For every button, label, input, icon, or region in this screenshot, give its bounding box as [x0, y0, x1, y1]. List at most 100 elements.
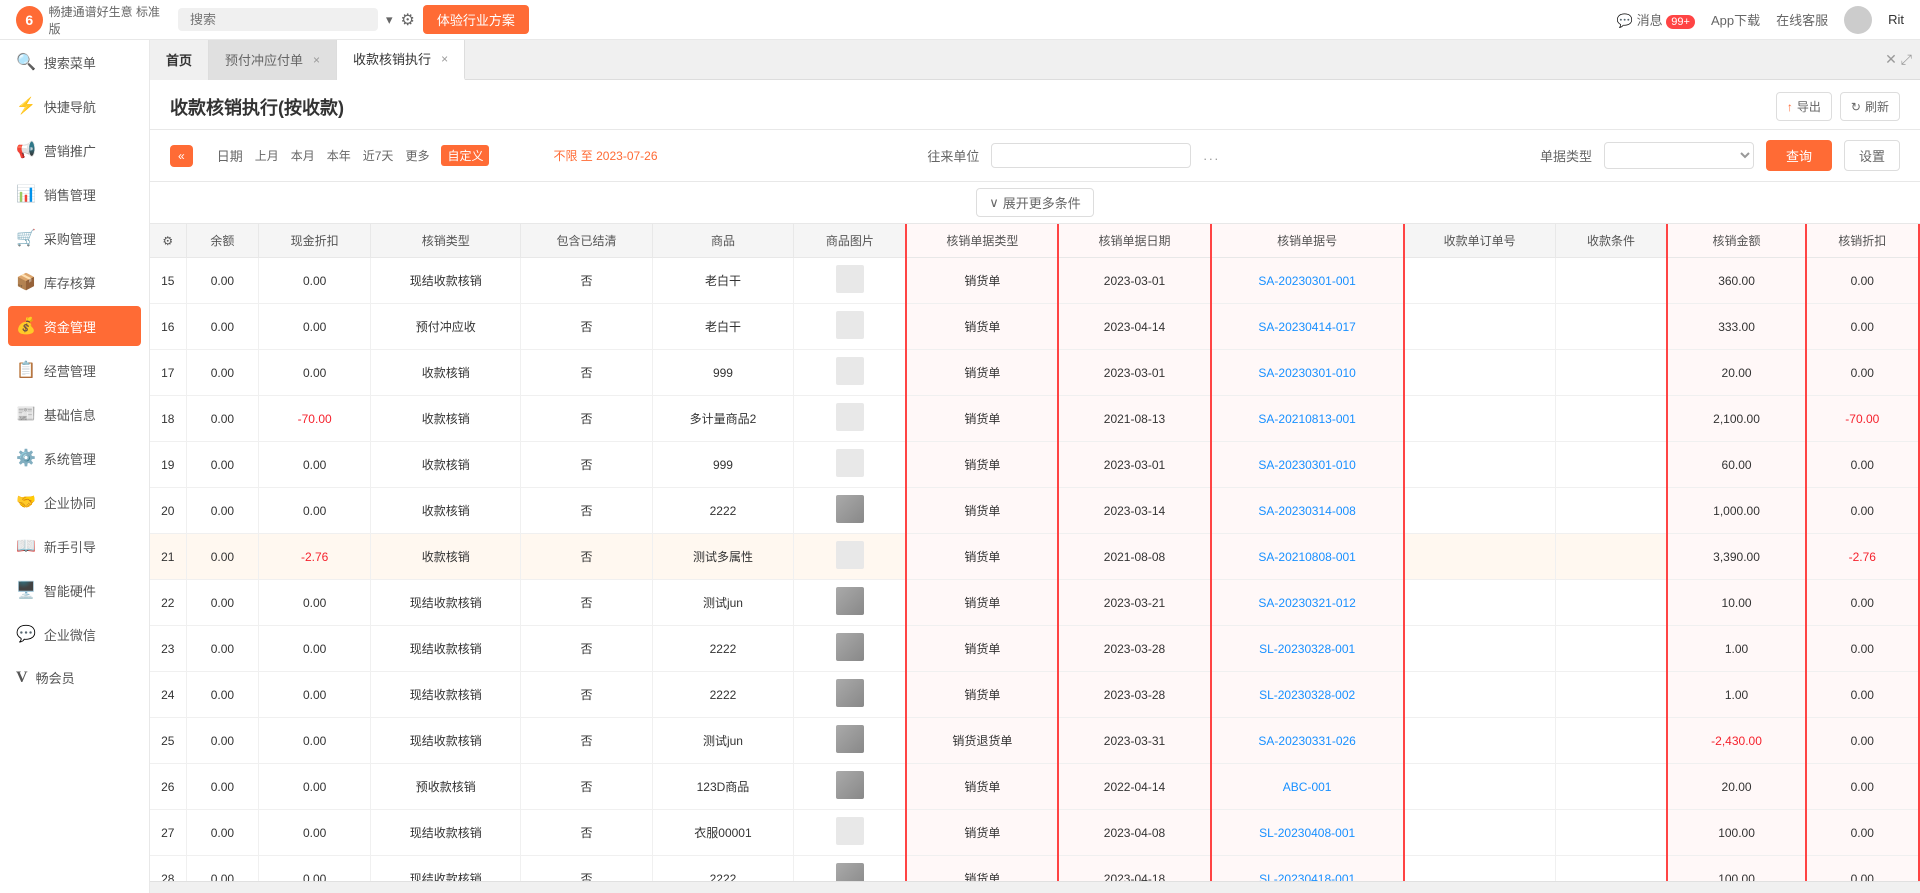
tab-maximize-icon[interactable]: ⤢: [1901, 51, 1912, 68]
sidebar-item-wechat[interactable]: 💬企业微信: [0, 612, 149, 656]
table-row-num: 21: [150, 534, 186, 580]
newspaper-icon: 📰: [16, 404, 36, 424]
table-row-bill-no[interactable]: SL-20230418-001: [1211, 856, 1404, 882]
tab-close-all-icon[interactable]: ✕: [1885, 51, 1897, 68]
message-icon[interactable]: 💬 消息 99+: [1617, 10, 1695, 29]
table-row-bill-no[interactable]: SA-20230331-026: [1211, 718, 1404, 764]
col-type: 核销类型: [370, 224, 520, 258]
online-service-link[interactable]: 在线客服: [1776, 10, 1828, 29]
gear-icon[interactable]: ⚙: [401, 10, 415, 30]
sidebar-item-hardware[interactable]: 🖥️智能硬件: [0, 568, 149, 612]
table-row-discount: 0.00: [1806, 856, 1919, 882]
tab-receipt-verify[interactable]: 收款核销执行 ×: [337, 40, 465, 80]
sidebar-item-sales[interactable]: 📊销售管理: [0, 172, 149, 216]
col-settings[interactable]: ⚙: [150, 224, 186, 258]
table-row-bill-no[interactable]: SL-20230328-002: [1211, 672, 1404, 718]
col-cash-discount: 现金折扣: [259, 224, 371, 258]
table-row-discount: 0.00: [1806, 442, 1919, 488]
sidebar-item-basic-info[interactable]: 📰基础信息: [0, 392, 149, 436]
export-button[interactable]: ↑ 导出: [1776, 92, 1832, 121]
table-row-type: 现结收款核销: [370, 856, 520, 882]
main-area: 首页 预付冲应付单 × 收款核销执行 × ✕ ⤢ 收款核销执行(按收款) ↑ 导…: [150, 40, 1920, 893]
tab-close-receipt[interactable]: ×: [441, 52, 448, 66]
page-content: 收款核销执行(按收款) ↑ 导出 ↻ 刷新 « 日期 上月 本月 本年 近7天 …: [150, 80, 1920, 893]
table-row-recv-order: [1404, 672, 1555, 718]
date-last-month[interactable]: 上月: [255, 147, 279, 164]
table-row-bill-type: 销货单: [906, 764, 1058, 810]
table-row-bill-no[interactable]: SA-20230301-010: [1211, 350, 1404, 396]
bill-type-select[interactable]: [1604, 142, 1754, 169]
table-row-bill-no[interactable]: SA-20210813-001: [1211, 396, 1404, 442]
table-row-cash-discount: -70.00: [259, 396, 371, 442]
sidebar-item-search[interactable]: 🔍搜索菜单: [0, 40, 149, 84]
table-row-type: 预付冲应收: [370, 304, 520, 350]
table-wrapper[interactable]: ⚙ 余额 现金折扣 核销类型 包含已结清 商品 商品图片 核销单据类型 核销单据…: [150, 224, 1920, 881]
table-row-included: 否: [521, 764, 652, 810]
table-row-bill-type: 销货单: [906, 672, 1058, 718]
table-row-recv-order: [1404, 764, 1555, 810]
table-row-discount: 0.00: [1806, 350, 1919, 396]
tab-close-advance[interactable]: ×: [313, 53, 320, 67]
table-row-bill-no[interactable]: SA-20230301-010: [1211, 442, 1404, 488]
table-row-bill-type: 销货单: [906, 534, 1058, 580]
tab-bar: 首页 预付冲应付单 × 收款核销执行 × ✕ ⤢: [150, 40, 1920, 80]
horizontal-scrollbar[interactable]: [150, 881, 1920, 893]
date-label: 日期: [217, 146, 243, 165]
logo-icon: 6: [16, 6, 43, 34]
table-row-type: 收款核销: [370, 396, 520, 442]
table-row-included: 否: [521, 488, 652, 534]
table-row-recv-order: [1404, 810, 1555, 856]
app-download-link[interactable]: App下载: [1711, 10, 1760, 29]
sidebar-item-operation[interactable]: 📋经营管理: [0, 348, 149, 392]
table-row-bill-no[interactable]: SA-20230414-017: [1211, 304, 1404, 350]
table-row-balance: 0.00: [186, 856, 259, 882]
settings-button[interactable]: 设置: [1844, 140, 1900, 171]
expand-conditions-button[interactable]: ∨ 展开更多条件: [976, 188, 1094, 217]
table-row-img: [794, 626, 906, 672]
table-row-type: 现结收款核销: [370, 718, 520, 764]
table-row-bill-no[interactable]: ABC-001: [1211, 764, 1404, 810]
tab-advance-payment[interactable]: 预付冲应付单 ×: [209, 40, 337, 80]
table-row-img: [794, 810, 906, 856]
sidebar-item-purchase[interactable]: 🛒采购管理: [0, 216, 149, 260]
counterpart-dots[interactable]: ...: [1203, 148, 1220, 163]
dropdown-button[interactable]: ▾: [386, 12, 393, 28]
sidebar-item-guide[interactable]: 📖新手引导: [0, 524, 149, 568]
search-input[interactable]: [178, 8, 378, 31]
table-row-recv-cond: [1555, 810, 1667, 856]
table-row-goods: 123D商品: [652, 764, 794, 810]
sidebar-item-collab[interactable]: 🤝企业协同: [0, 480, 149, 524]
sidebar-item-marketing[interactable]: 📢营销推广: [0, 128, 149, 172]
bill-type-label: 单据类型: [1540, 146, 1592, 165]
sidebar-item-finance[interactable]: 💰资金管理: [8, 306, 141, 346]
settings-icon: ⚙️: [16, 448, 36, 468]
table-row-bill-no[interactable]: SA-20210808-001: [1211, 534, 1404, 580]
date-custom[interactable]: 自定义: [441, 145, 489, 166]
trial-button[interactable]: 体验行业方案: [423, 5, 529, 34]
date-7days[interactable]: 近7天: [363, 147, 394, 164]
table-row-included: 否: [521, 626, 652, 672]
sidebar-item-inventory[interactable]: 📦库存核算: [0, 260, 149, 304]
tab-home[interactable]: 首页: [150, 40, 209, 80]
table-row-bill-no[interactable]: SA-20230314-008: [1211, 488, 1404, 534]
query-button[interactable]: 查询: [1766, 140, 1832, 171]
collapse-button[interactable]: «: [170, 145, 193, 167]
table-row-bill-no[interactable]: SA-20230321-012: [1211, 580, 1404, 626]
table-row-cash-discount: 0.00: [259, 626, 371, 672]
counterpart-input[interactable]: [991, 143, 1191, 168]
sidebar-item-system[interactable]: ⚙️系统管理: [0, 436, 149, 480]
sidebar-item-quicknav[interactable]: ⚡快捷导航: [0, 84, 149, 128]
table-row-img: [794, 718, 906, 764]
col-goods: 商品: [652, 224, 794, 258]
refresh-button[interactable]: ↻ 刷新: [1840, 92, 1900, 121]
table-row-bill-no[interactable]: SL-20230408-001: [1211, 810, 1404, 856]
date-this-month[interactable]: 本月: [291, 147, 315, 164]
search-icon: 🔍: [16, 52, 36, 72]
date-this-year[interactable]: 本年: [327, 147, 351, 164]
table-row-amount: 1,000.00: [1667, 488, 1805, 534]
table-row-bill-no[interactable]: SL-20230328-001: [1211, 626, 1404, 672]
table-row-bill-no[interactable]: SA-20230301-001: [1211, 258, 1404, 304]
sidebar-item-member[interactable]: V畅会员: [0, 656, 149, 699]
table-row-balance: 0.00: [186, 672, 259, 718]
date-more[interactable]: 更多: [405, 147, 429, 164]
